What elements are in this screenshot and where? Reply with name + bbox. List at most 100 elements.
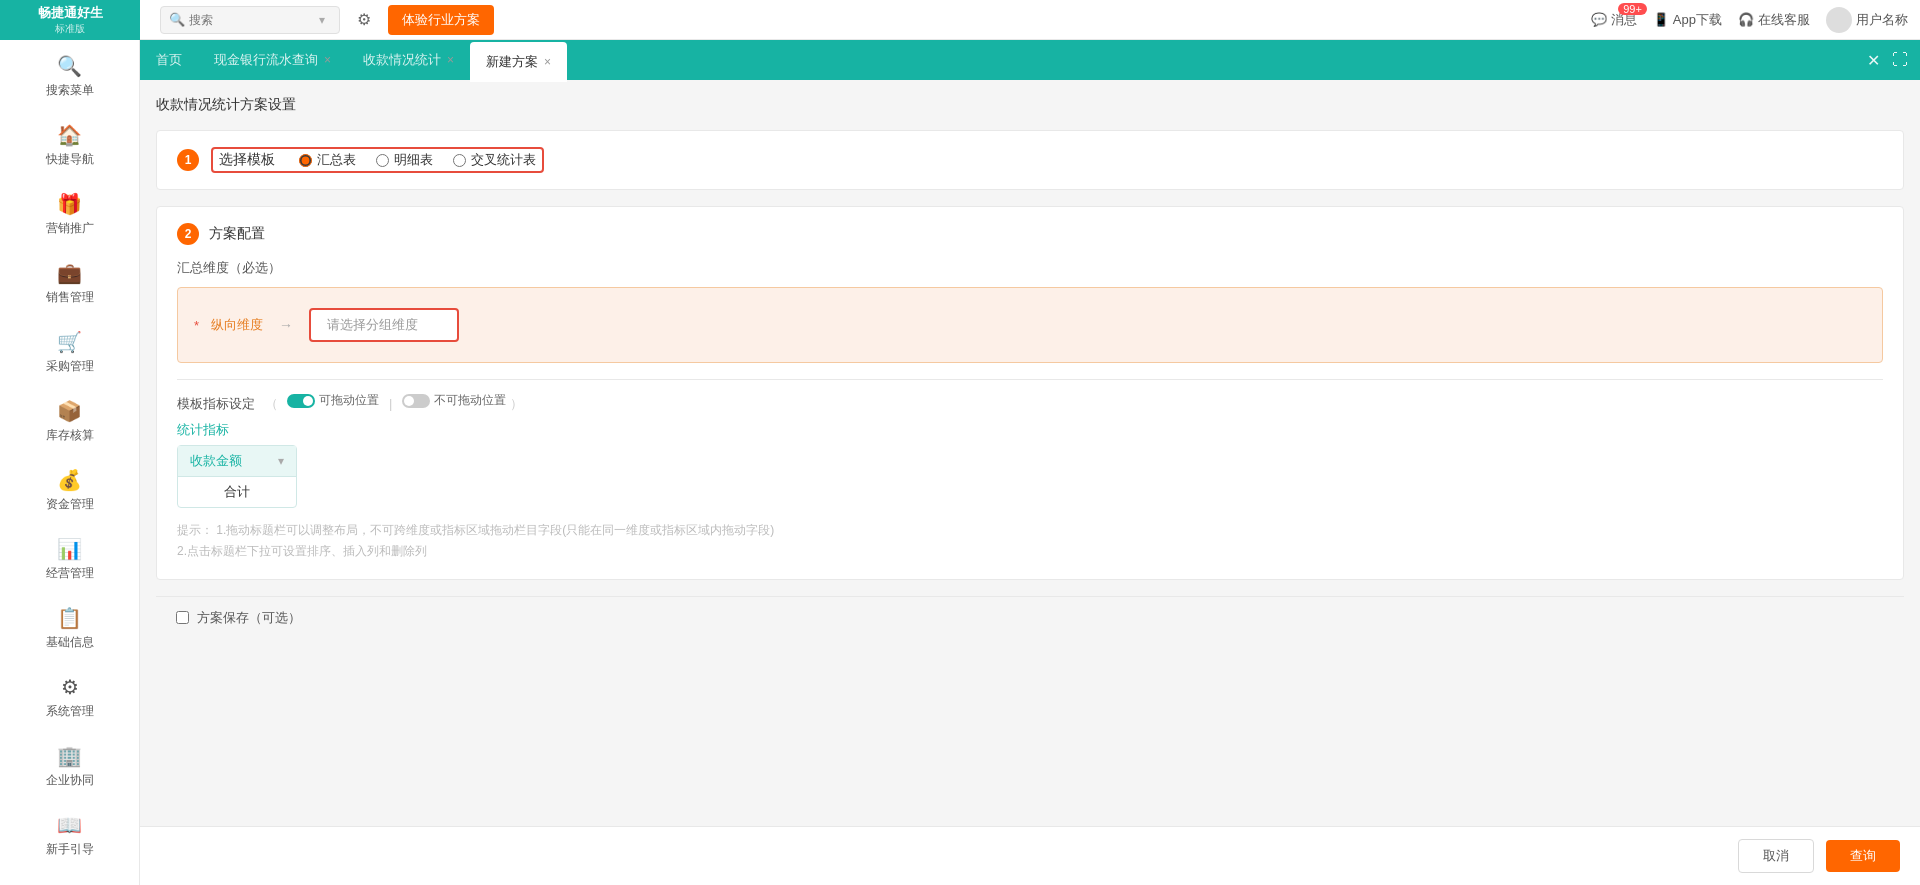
toggle2-label: 不可拖动位置	[434, 392, 506, 409]
radio-summary-input[interactable]	[299, 154, 312, 167]
sidebar-item-12[interactable]: 🖥智能硬件	[0, 868, 139, 885]
sidebar-item-5[interactable]: 📦库存核算	[0, 385, 139, 454]
sidebar-item-10[interactable]: 🏢企业协同	[0, 730, 139, 799]
message-icon: 💬	[1591, 12, 1607, 27]
search-area[interactable]: 🔍 ▾	[160, 6, 340, 34]
page-title: 收款情况统计方案设置	[156, 96, 1904, 114]
step1-badge: 1	[177, 149, 199, 171]
service-icon: 🎧	[1738, 12, 1754, 27]
top-bar: 畅捷通好生 标准版 🔍 ▾ ⚙ 体验行业方案 💬 消息 99+ 📱 App下载 …	[0, 0, 1920, 40]
sidebar-item-11[interactable]: 📖新手引导	[0, 799, 139, 868]
sidebar-item-8[interactable]: 📋 基础信息	[0, 592, 139, 661]
divider	[177, 379, 1883, 380]
sidebar-icon-7: 📊	[57, 537, 82, 561]
indicator-dropdown-arrow: ▾	[278, 454, 284, 468]
gear-icon: ⚙	[357, 10, 371, 29]
logo-main-text: 畅捷通好生	[38, 4, 103, 22]
logo: 畅捷通好生 标准版	[0, 0, 140, 40]
sidebar-icon-9: ⚙	[61, 675, 79, 699]
message-button[interactable]: 💬 消息 99+	[1591, 11, 1637, 29]
dim-required-star: *	[194, 318, 199, 333]
sidebar-icon-0: 🔍	[57, 54, 82, 78]
main-layout: 🔍 搜索菜单 🏠快捷导航 🎁 营销推广 💼销售管理 🛒 采购管理 📦库存核算💰资金管理📊经营管理…	[0, 40, 1920, 885]
sidebar-item-4[interactable]: 🛒 采购管理	[0, 316, 139, 385]
radio-cross[interactable]: 交叉统计表	[453, 151, 536, 169]
tab-bar: 首页 现金银行流水查询 × 收款情况统计 × 新建方案 × ✕ ⛶	[140, 40, 1920, 80]
tab-new-plan[interactable]: 新建方案 ×	[470, 42, 567, 82]
tab-payment-stats[interactable]: 收款情况统计 ×	[347, 40, 470, 80]
tab-new-plan-label: 新建方案	[486, 53, 538, 71]
tab-bar-actions: ✕ ⛶	[1863, 47, 1920, 74]
sidebar-item-3[interactable]: 💼销售管理	[0, 247, 139, 316]
sidebar-item-7[interactable]: 📊经营管理	[0, 523, 139, 592]
user-area[interactable]: 用户名称	[1826, 7, 1908, 33]
tips-line1: 提示： 1.拖动标题栏可以调整布局，不可跨维度或指标区域拖动栏目字段(只能在同一…	[177, 520, 1883, 542]
download-icon: 📱	[1653, 12, 1669, 27]
step1-box: 选择模板 汇总表 明细表	[211, 147, 544, 173]
sidebar-label-8: 基础信息	[46, 634, 94, 651]
toggle2-item: 不可拖动位置	[402, 392, 506, 409]
toggle1-on[interactable]	[287, 394, 315, 408]
footer-bar: 取消 查询	[140, 826, 1920, 885]
section-step2: 2 方案配置 汇总维度（必选） * 纵向维度 → 请选择分组维度	[156, 206, 1904, 580]
search-icon: 🔍	[169, 12, 185, 27]
avatar	[1826, 7, 1852, 33]
tab-new-plan-close[interactable]: ×	[544, 55, 551, 69]
sidebar-label-6: 资金管理	[46, 496, 94, 513]
sidebar-label-9: 系统管理	[46, 703, 94, 720]
toggle2-off[interactable]	[402, 394, 430, 408]
query-button[interactable]: 查询	[1826, 840, 1900, 872]
dimension-row: * 纵向维度 → 请选择分组维度	[194, 308, 1866, 342]
tab-close-btn[interactable]: ✕	[1863, 47, 1884, 74]
sidebar-label-2: 营销推广	[46, 220, 94, 237]
radio-summary[interactable]: 汇总表	[299, 151, 356, 169]
toggle1-item: 可拖动位置	[287, 392, 379, 409]
step2-label: 方案配置	[209, 225, 265, 243]
sidebar-label-1: 快捷导航	[46, 151, 94, 168]
save-checkbox[interactable]	[176, 611, 189, 624]
save-label: 方案保存（可选）	[197, 609, 301, 627]
radio-cross-label: 交叉统计表	[471, 151, 536, 169]
sidebar-label-11: 新手引导	[46, 841, 94, 858]
search-input[interactable]	[189, 13, 319, 27]
step1-row: 1 选择模板 汇总表 明细表	[177, 147, 1883, 173]
dimension-selector[interactable]: 请选择分组维度	[309, 308, 459, 342]
indicator-settings: 模板指标设定 （ 可拖动位置 | 不可拖动位置 ）	[177, 392, 1883, 508]
sidebar-icon-3: 💼	[57, 261, 82, 285]
dimension-placeholder: 请选择分组维度	[327, 316, 418, 334]
sidebar-label-0: 搜索菜单	[46, 82, 94, 99]
sidebar-label-4: 采购管理	[46, 358, 94, 375]
sidebar-item-0[interactable]: 🔍 搜索菜单	[0, 40, 139, 109]
indicator-table: 收款金额 ▾ 合计	[177, 445, 297, 508]
sidebar-item-6[interactable]: 💰资金管理	[0, 454, 139, 523]
radio-summary-label: 汇总表	[317, 151, 356, 169]
tab-bank-flow-close[interactable]: ×	[324, 53, 331, 67]
indicator-header[interactable]: 收款金额 ▾	[178, 446, 296, 477]
sidebar-item-9[interactable]: ⚙ 系统管理	[0, 661, 139, 730]
logo-sub-text: 标准版	[55, 22, 85, 36]
sidebar-icon-4: 🛒	[57, 330, 82, 354]
tab-bank-flow[interactable]: 现金银行流水查询 ×	[198, 40, 347, 80]
sidebar-item-2[interactable]: 🎁 营销推广	[0, 178, 139, 247]
sidebar-icon-2: 🎁	[57, 192, 82, 216]
section-step1: 1 选择模板 汇总表 明细表	[156, 130, 1904, 190]
radio-detail[interactable]: 明细表	[376, 151, 433, 169]
tab-expand-btn[interactable]: ⛶	[1888, 47, 1912, 73]
sidebar-label-10: 企业协同	[46, 772, 94, 789]
radio-cross-input[interactable]	[453, 154, 466, 167]
sidebar-item-1[interactable]: 🏠快捷导航	[0, 109, 139, 178]
service-button[interactable]: 🎧 在线客服	[1738, 11, 1810, 29]
service-label: 在线客服	[1758, 11, 1810, 29]
download-button[interactable]: 📱 App下载	[1653, 11, 1722, 29]
sidebar: 🔍 搜索菜单 🏠快捷导航 🎁 营销推广 💼销售管理 🛒 采购管理 📦库存核算💰资金管理📊经营管理…	[0, 40, 140, 885]
indicator-column-header: 收款金额	[190, 452, 242, 470]
tab-home[interactable]: 首页	[140, 40, 198, 80]
cancel-button[interactable]: 取消	[1738, 839, 1814, 873]
settings-button[interactable]: ⚙	[348, 4, 380, 36]
dropdown-icon: ▾	[319, 13, 325, 27]
trial-button[interactable]: 体验行业方案	[388, 5, 494, 35]
indicator-title: 模板指标设定 （ 可拖动位置 | 不可拖动位置 ）	[177, 392, 1883, 413]
sidebar-icon-8: 📋	[57, 606, 82, 630]
radio-detail-input[interactable]	[376, 154, 389, 167]
tab-payment-stats-close[interactable]: ×	[447, 53, 454, 67]
